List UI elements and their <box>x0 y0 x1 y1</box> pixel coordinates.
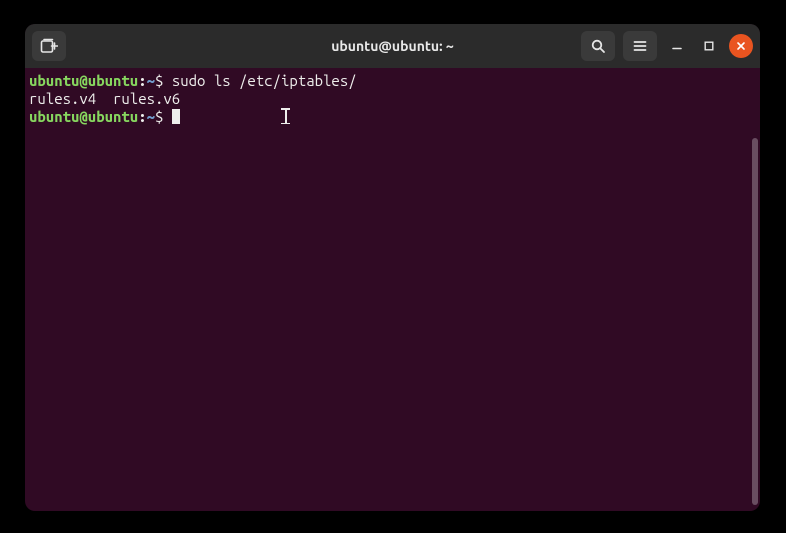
prompt-user-host: ubuntu@ubuntu <box>29 72 138 89</box>
prompt-user-host: ubuntu@ubuntu <box>29 108 138 125</box>
prompt-symbol: $ <box>155 108 163 125</box>
prompt-sep: : <box>138 72 146 89</box>
maximize-icon <box>704 41 714 51</box>
title-bar: ubuntu@ubuntu: ~ <box>25 24 760 68</box>
prompt-path: ~ <box>147 72 155 89</box>
new-tab-icon <box>40 38 58 54</box>
prompt-path: ~ <box>147 108 155 125</box>
close-button[interactable] <box>729 34 753 58</box>
maximize-button[interactable] <box>697 34 721 58</box>
terminal-window: ubuntu@ubuntu: ~ <box>25 24 760 511</box>
prompt-sep: : <box>138 108 146 125</box>
scrollbar[interactable] <box>752 138 758 505</box>
output-line-1: rules.v4 rules.v6 <box>29 90 180 107</box>
hamburger-icon <box>632 38 648 54</box>
close-icon <box>736 41 746 51</box>
terminal-text: ubuntu@ubuntu:~$ sudo ls /etc/iptables/ … <box>29 72 756 126</box>
terminal-viewport[interactable]: ubuntu@ubuntu:~$ sudo ls /etc/iptables/ … <box>25 68 760 511</box>
menu-button[interactable] <box>623 31 657 61</box>
search-icon <box>590 38 606 54</box>
command-line-1: sudo ls /etc/iptables/ <box>172 72 357 89</box>
terminal-cursor <box>172 109 180 124</box>
prompt-symbol: $ <box>155 72 163 89</box>
search-button[interactable] <box>581 31 615 61</box>
new-tab-button[interactable] <box>32 31 66 61</box>
minimize-icon <box>672 41 682 51</box>
minimize-button[interactable] <box>665 34 689 58</box>
